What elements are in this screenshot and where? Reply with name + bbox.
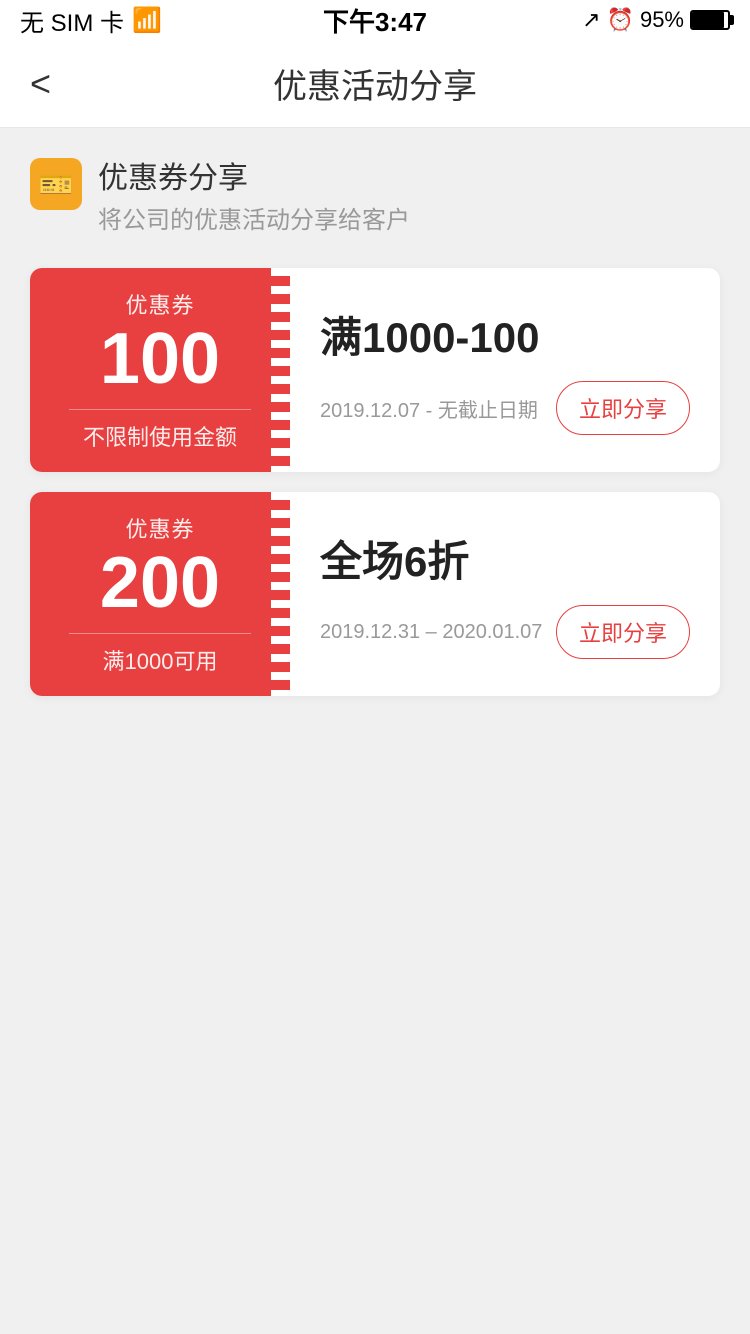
coupon-label-1: 优惠券 bbox=[125, 288, 194, 320]
coupon-left-1: 优惠券 100 不限制使用金额 bbox=[30, 268, 290, 472]
coupon-card-2: 优惠券 200 满1000可用 全场6折 2019.12.31 – 2020.0… bbox=[30, 492, 720, 696]
coupon-emoji-icon: 🎫 bbox=[39, 168, 74, 201]
coupon-amount-2: 200 bbox=[100, 544, 220, 623]
empty-area bbox=[0, 736, 750, 1236]
alarm-icon: ⏰ bbox=[607, 7, 634, 33]
coupon-amount-1: 100 bbox=[100, 320, 220, 399]
coupon-date-2: 2019.12.31 – 2020.01.07 bbox=[320, 621, 546, 644]
coupon-divider-1 bbox=[69, 409, 251, 410]
coupon-bottom-1: 2019.12.07 - 无截止日期 立即分享 bbox=[320, 381, 690, 435]
coupon-bottom-2: 2019.12.31 – 2020.01.07 立即分享 bbox=[320, 605, 690, 659]
status-bar: 无 SIM 卡 📶 下午3:47 ↗ ⏰ 95% bbox=[0, 0, 750, 40]
coupon-date-1: 2019.12.07 - 无截止日期 bbox=[320, 394, 546, 423]
battery-percent: 95% bbox=[640, 7, 684, 33]
nav-bar: < 优惠活动分享 bbox=[0, 40, 750, 128]
coupon-divider-2 bbox=[69, 633, 251, 634]
coupon-label-2: 优惠券 bbox=[125, 512, 194, 544]
battery-icon bbox=[690, 10, 730, 30]
section-header: 🎫 优惠券分享 将公司的优惠活动分享给客户 bbox=[0, 128, 750, 258]
status-right: ↗ ⏰ 95% bbox=[582, 7, 730, 33]
coupon-left-2: 优惠券 200 满1000可用 bbox=[30, 492, 290, 696]
section-icon: 🎫 bbox=[30, 158, 82, 210]
back-button[interactable]: < bbox=[30, 63, 51, 105]
share-button-1[interactable]: 立即分享 bbox=[556, 381, 690, 435]
status-left: 无 SIM 卡 📶 bbox=[20, 3, 162, 38]
coupon-condition-2: 满1000可用 bbox=[103, 644, 218, 676]
section-title: 优惠券分享 bbox=[98, 158, 410, 200]
section-text: 优惠券分享 将公司的优惠活动分享给客户 bbox=[98, 158, 410, 238]
coupon-card-1: 优惠券 100 不限制使用金额 满1000-100 2019.12.07 - 无… bbox=[30, 268, 720, 472]
carrier-label: 无 SIM 卡 bbox=[20, 3, 124, 38]
section-subtitle: 将公司的优惠活动分享给客户 bbox=[98, 204, 410, 238]
location-icon: ↗ bbox=[582, 7, 600, 33]
wifi-icon: 📶 bbox=[132, 6, 162, 35]
coupon-right-2: 全场6折 2019.12.31 – 2020.01.07 立即分享 bbox=[290, 492, 720, 696]
share-button-2[interactable]: 立即分享 bbox=[556, 605, 690, 659]
coupon-list: 优惠券 100 不限制使用金额 满1000-100 2019.12.07 - 无… bbox=[0, 258, 750, 736]
coupon-name-1: 满1000-100 bbox=[320, 304, 690, 365]
coupon-condition-1: 不限制使用金额 bbox=[83, 420, 237, 452]
coupon-name-2: 全场6折 bbox=[320, 528, 690, 589]
page-title: 优惠活动分享 bbox=[273, 59, 477, 108]
status-time: 下午3:47 bbox=[323, 2, 427, 39]
coupon-right-1: 满1000-100 2019.12.07 - 无截止日期 立即分享 bbox=[290, 268, 720, 472]
